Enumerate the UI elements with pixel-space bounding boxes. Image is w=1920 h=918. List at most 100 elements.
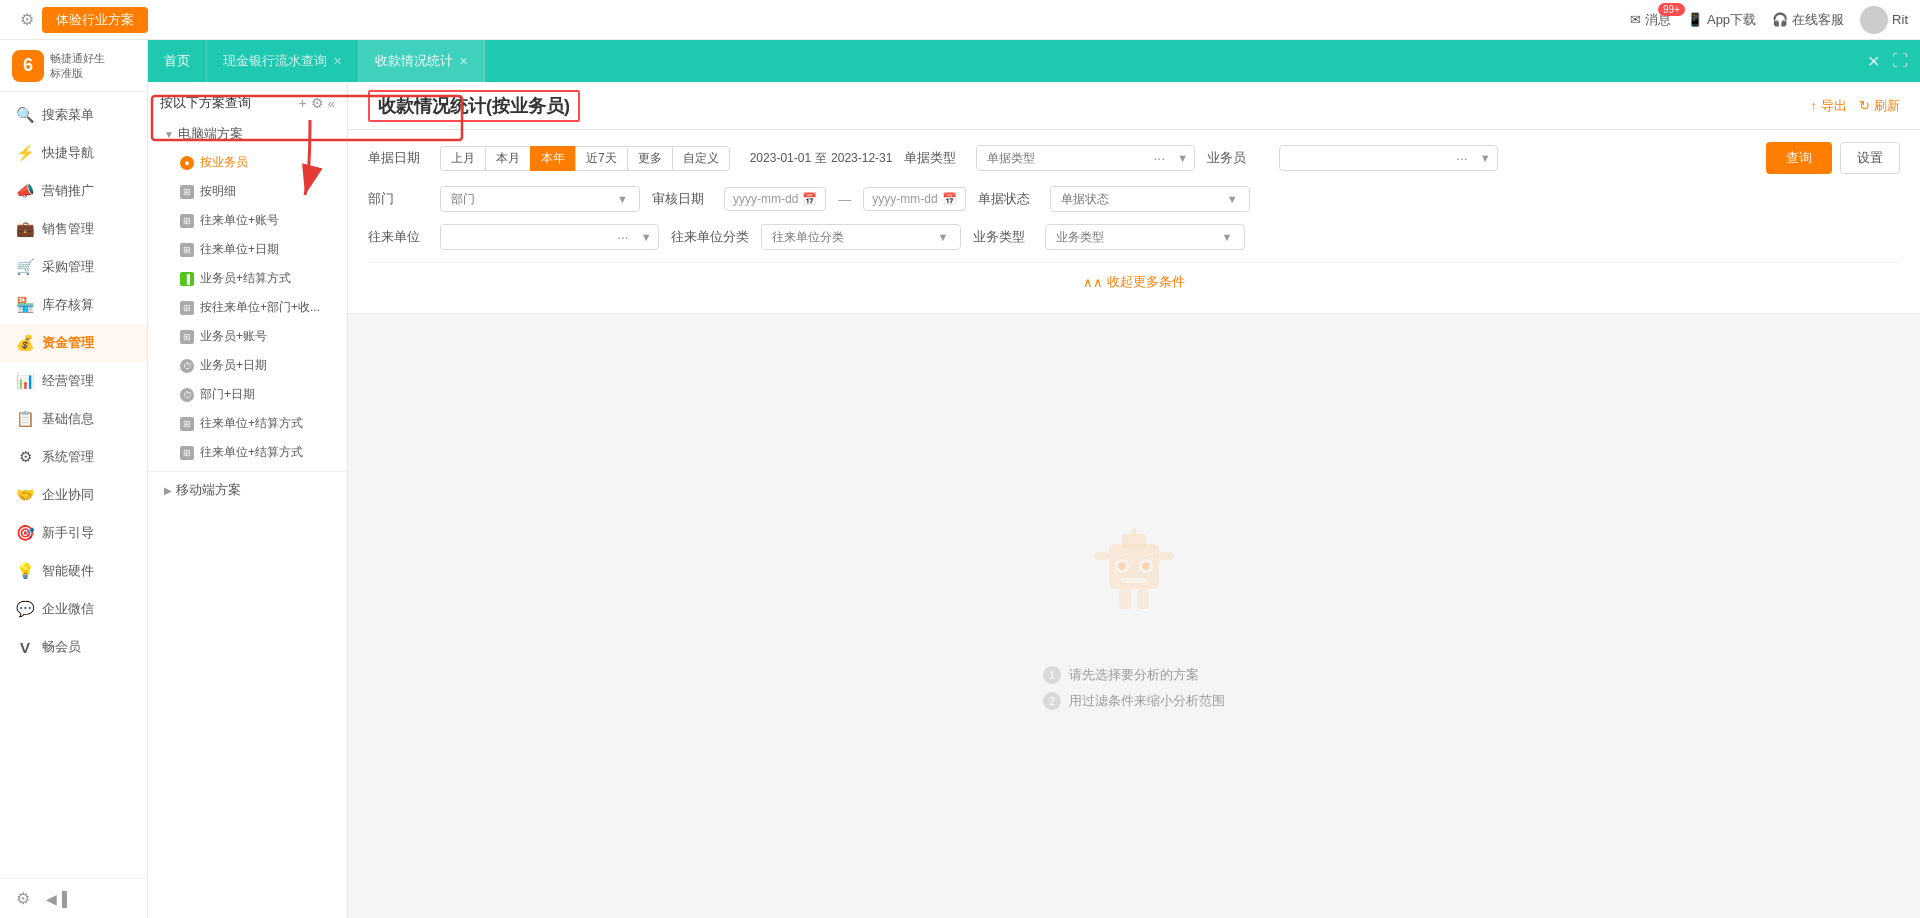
desktop-group-toggle[interactable]: ▼ 电脑端方案: [156, 120, 347, 148]
app-download-btn[interactable]: 📱 App下载: [1687, 11, 1756, 29]
schema-collapse-btn[interactable]: «: [328, 96, 335, 111]
query-button[interactable]: 查询: [1766, 142, 1832, 174]
svg-rect-2: [1132, 528, 1136, 536]
schema-item-partner-account-icon: ⊞: [180, 214, 194, 228]
sidebar-item-basic-info[interactable]: 📋 基础信息: [0, 400, 147, 438]
review-date-start[interactable]: yyyy-mm-dd 📅: [724, 187, 826, 211]
date-range: 2023-01-01 至 2023-12-31: [750, 150, 893, 167]
dept-dropdown-icon[interactable]: ▼: [611, 193, 634, 205]
schema-item-partner-settlement1[interactable]: ⊞ 往来单位+结算方式: [156, 409, 347, 438]
schema-item-partner-dept[interactable]: ⊞ 按往来单位+部门+收...: [156, 293, 347, 322]
empty-state: 1 请先选择要分析的方案 2 用过滤条件来缩小分析范围: [348, 314, 1920, 918]
settings-button[interactable]: 设置: [1840, 142, 1900, 174]
biz-type-input[interactable]: [1046, 225, 1216, 249]
empty-tips: 1 请先选择要分析的方案 2 用过滤条件来缩小分析范围: [1043, 666, 1225, 718]
schema-item-partner-date[interactable]: ⊞ 往来单位+日期: [156, 235, 347, 264]
sidebar-item-purchase[interactable]: 🛒 采购管理: [0, 248, 147, 286]
sidebar-item-marketing[interactable]: 📣 营销推广: [0, 172, 147, 210]
sidebar-item-enterprise[interactable]: 🤝 企业协同: [0, 476, 147, 514]
date-tab-this-month[interactable]: 本月: [485, 146, 530, 171]
online-service-btn[interactable]: 🎧 在线客服: [1772, 11, 1844, 29]
sidebar-label-member: 畅会员: [42, 638, 81, 656]
tab-receipt-stats[interactable]: 收款情况统计 ✕: [359, 40, 485, 82]
sidebar-item-operations[interactable]: 📊 经营管理: [0, 362, 147, 400]
doc-status-input[interactable]: [1051, 187, 1221, 211]
doc-type-input[interactable]: [977, 146, 1147, 170]
tab-maximize-icon[interactable]: ⛶: [1892, 52, 1908, 70]
trial-button[interactable]: 体验行业方案: [42, 7, 148, 33]
schema-item-staff-account[interactable]: ⊞ 业务员+账号: [156, 322, 347, 351]
tip-text-2: 用过滤条件来缩小分析范围: [1069, 692, 1225, 710]
tab-receipt-stats-close[interactable]: ✕: [459, 55, 468, 68]
main-layout: 6 畅捷通好生 标准版 🔍 搜索菜单 ⚡ 快捷导航 📣 营销推广 💼 销售管理: [0, 40, 1920, 918]
schema-item-staff-date[interactable]: ⏱ 业务员+日期: [156, 351, 347, 380]
tab-bank-flow-label: 现金银行流水查询: [223, 52, 327, 70]
filter-row-2: 部门 ▼ 审核日期 yyyy-mm-dd 📅 — yyyy-mm-dd: [368, 186, 1900, 212]
sidebar-item-smart-hw[interactable]: 💡 智能硬件: [0, 552, 147, 590]
schema-item-partner-account[interactable]: ⊞ 往来单位+账号: [156, 206, 347, 235]
date-range-separator: 至: [815, 150, 827, 167]
date-tab-custom[interactable]: 自定义: [672, 146, 730, 171]
schema-item-dept-date[interactable]: ⏱ 部门+日期: [156, 380, 347, 409]
header-settings-icon[interactable]: ⚙: [20, 10, 34, 29]
schema-item-by-staff[interactable]: ● 按业务员: [156, 148, 347, 177]
sidebar-item-quick-nav[interactable]: ⚡ 快捷导航: [0, 134, 147, 172]
sidebar-item-guide[interactable]: 🎯 新手引导: [0, 514, 147, 552]
collapse-bar[interactable]: ∧∧ 收起更多条件: [368, 262, 1900, 301]
mobile-group-arrow: ▶: [164, 485, 172, 496]
export-btn[interactable]: ↑ 导出: [1811, 97, 1848, 115]
staff-dropdown-icon[interactable]: ▼: [1474, 152, 1497, 164]
sidebar-item-member[interactable]: V 畅会员: [0, 628, 147, 666]
staff-label: 业务员: [1207, 149, 1267, 167]
doc-type-more-icon[interactable]: ···: [1147, 150, 1171, 166]
partner-cat-input[interactable]: [762, 225, 932, 249]
review-date-end[interactable]: yyyy-mm-dd 📅: [863, 187, 965, 211]
add-schema-btn[interactable]: +: [299, 95, 307, 111]
doc-status-dropdown-icon[interactable]: ▼: [1221, 193, 1244, 205]
partner-unit-more-icon[interactable]: ···: [611, 229, 635, 245]
date-tab-7days[interactable]: 近7天: [575, 146, 627, 171]
date-tab-more[interactable]: 更多: [627, 146, 672, 171]
tab-home[interactable]: 首页: [148, 40, 207, 82]
sidebar-item-system[interactable]: ⚙ 系统管理: [0, 438, 147, 476]
sidebar-item-finance[interactable]: 💰 资金管理: [0, 324, 147, 362]
sidebar-label-finance: 资金管理: [42, 334, 94, 352]
schema-item-partner-settlement2[interactable]: ⊞ 往来单位+结算方式: [156, 438, 347, 467]
sidebar-item-search-menu[interactable]: 🔍 搜索菜单: [0, 96, 147, 134]
page-title-bar: 收款情况统计(按业务员) ↑ 导出 ↻ 刷新: [348, 82, 1920, 130]
sidebar-nav: 🔍 搜索菜单 ⚡ 快捷导航 📣 营销推广 💼 销售管理 🛒 采购管理 🏪: [0, 92, 147, 878]
partner-cat-dropdown-icon[interactable]: ▼: [932, 231, 955, 243]
staff-input[interactable]: [1280, 146, 1450, 170]
mobile-group-toggle[interactable]: ▶ 移动端方案: [156, 476, 347, 504]
user-area[interactable]: Rit: [1860, 6, 1908, 34]
doc-type-dropdown-icon[interactable]: ▼: [1171, 152, 1194, 164]
tab-close-all-icon[interactable]: ✕: [1867, 52, 1880, 71]
tab-bank-flow[interactable]: 现金银行流水查询 ✕: [207, 40, 359, 82]
staff-more-icon[interactable]: ···: [1450, 150, 1474, 166]
svg-rect-7: [1121, 578, 1147, 583]
user-name: Rit: [1892, 12, 1908, 27]
schema-settings-btn[interactable]: ⚙: [311, 95, 324, 111]
message-btn[interactable]: ✉ 消息 99+: [1630, 11, 1671, 29]
sidebar-item-wechat[interactable]: 💬 企业微信: [0, 590, 147, 628]
refresh-btn[interactable]: ↻ 刷新: [1859, 97, 1900, 115]
sidebar-label-system: 系统管理: [42, 448, 94, 466]
filter-actions: 查询 设置: [1766, 142, 1900, 174]
logo-text: 畅捷通好生 标准版: [50, 51, 105, 80]
sidebar-footer-settings-icon[interactable]: ⚙: [16, 889, 30, 908]
sidebar-footer-collapse-icon[interactable]: ◀▐: [46, 891, 67, 907]
sidebar-item-inventory[interactable]: 🏪 库存核算: [0, 286, 147, 324]
sidebar: 6 畅捷通好生 标准版 🔍 搜索菜单 ⚡ 快捷导航 📣 营销推广 💼 销售管理: [0, 40, 148, 918]
date-tab-this-year[interactable]: 本年: [530, 146, 575, 171]
partner-unit-input[interactable]: [441, 225, 611, 249]
sidebar-label-enterprise: 企业协同: [42, 486, 94, 504]
filter-row-3: 往来单位 ··· ▼ 往来单位分类 ▼ 业务类型: [368, 224, 1900, 250]
dept-input[interactable]: [441, 187, 611, 211]
biz-type-dropdown-icon[interactable]: ▼: [1216, 231, 1239, 243]
sidebar-item-sales[interactable]: 💼 销售管理: [0, 210, 147, 248]
tab-bank-flow-close[interactable]: ✕: [333, 55, 342, 68]
schema-item-staff-settlement[interactable]: ▐ 业务员+结算方式: [156, 264, 347, 293]
date-tab-last-month[interactable]: 上月: [440, 146, 485, 171]
schema-item-by-detail-icon: ⊞: [180, 185, 194, 199]
schema-item-by-detail[interactable]: ⊞ 按明细: [156, 177, 347, 206]
